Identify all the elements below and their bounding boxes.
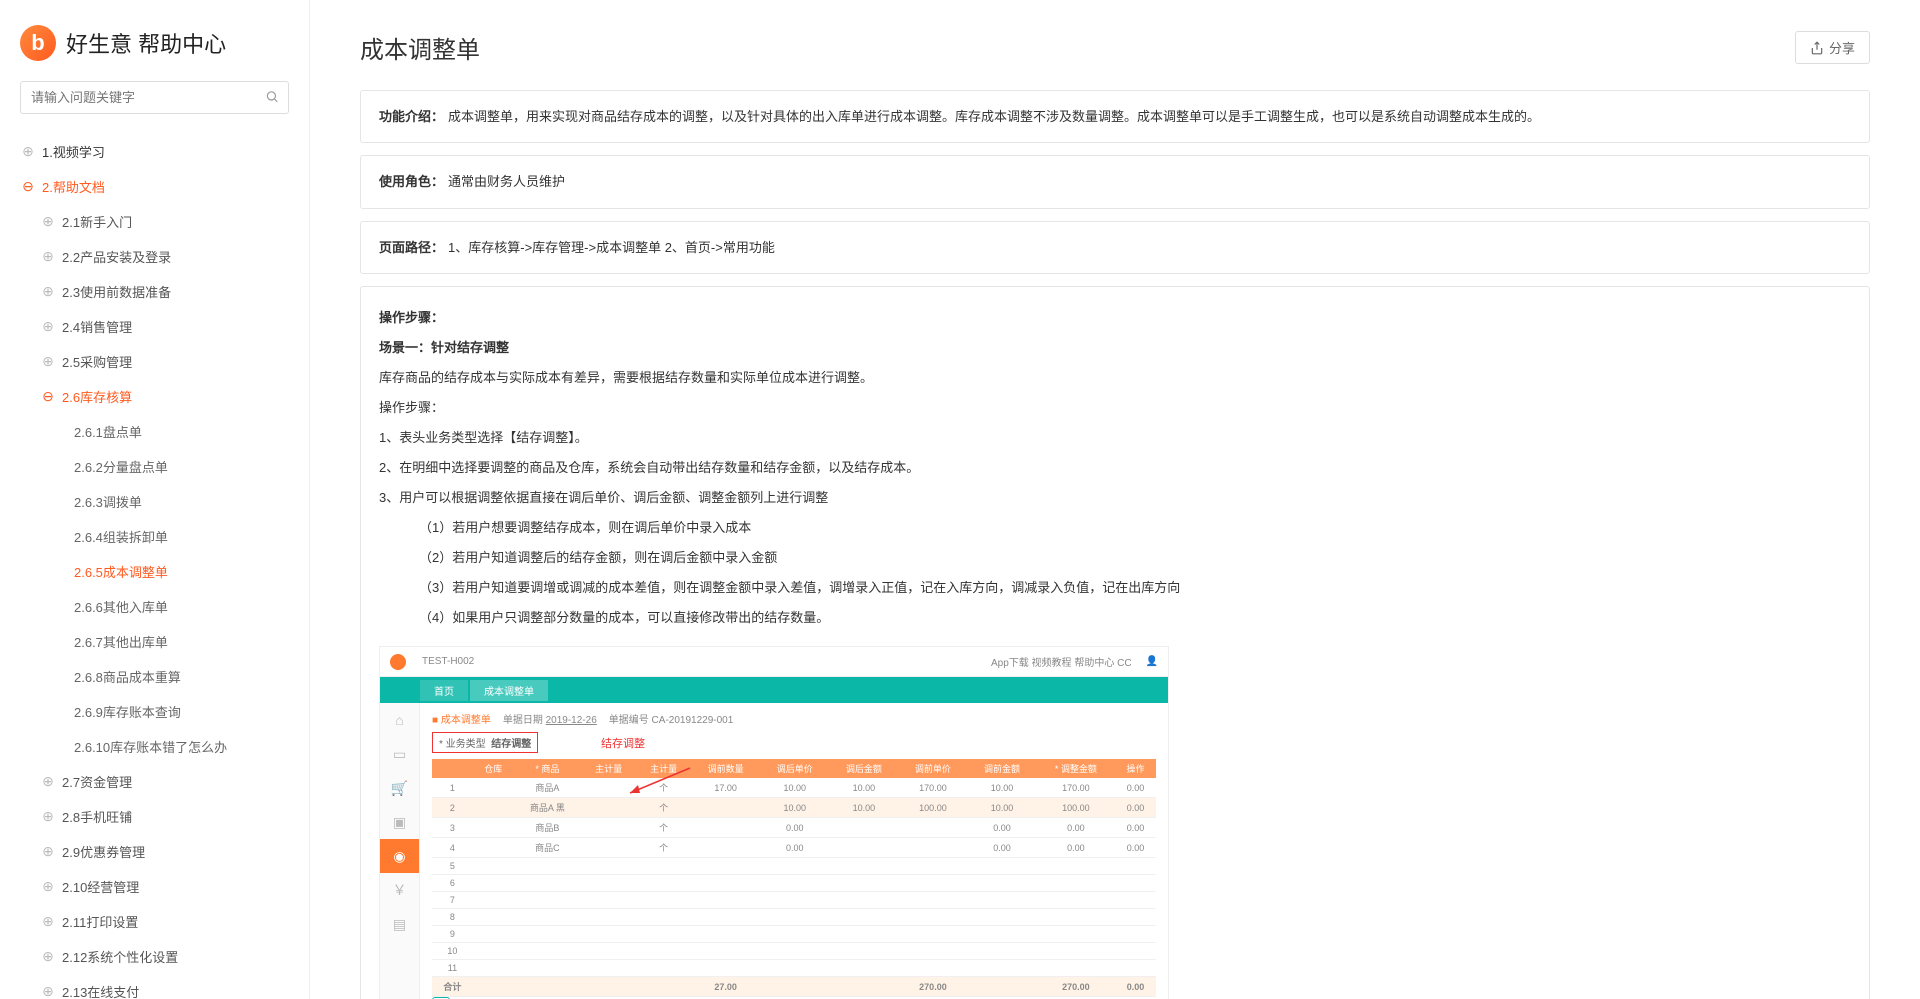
sidebar: b 好生意 帮助中心 ⊕1.视频学习 ⊖2.帮助文档 ⊕2.1新手入门 ⊕2.2… — [0, 0, 310, 999]
role-label: 使用角色： — [379, 174, 444, 189]
steps-title: 操作步骤： — [379, 305, 1851, 331]
sp-org: TEST-H002 — [422, 656, 474, 667]
logo-icon: b — [20, 25, 56, 61]
sp-side-doc-icon: ▭ — [380, 737, 419, 771]
main-content: 成本调整单 分享 功能介绍： 成本调整单，用来实现对商品结存成本的调整，以及针对具… — [310, 0, 1920, 999]
path-text: 1、库存核算->库存管理->成本调整单 2、首页->常用功能 — [448, 240, 775, 255]
sp-avatar-icon: 👤 — [1146, 656, 1158, 667]
plus-icon: ⊕ — [40, 809, 56, 825]
nav-item-2-3[interactable]: ⊕2.3使用前数据准备 — [20, 274, 289, 309]
nav-item-2-6[interactable]: ⊖2.6库存核算 — [20, 379, 289, 414]
sp-right-labels: App下载 视频教程 帮助中心 CC — [991, 654, 1132, 669]
sp-logo-icon — [390, 654, 406, 670]
sp-biztype-box: * 业务类型 结存调整 — [432, 732, 538, 753]
nav-item-2-6-5[interactable]: 2.6.5成本调整单 — [20, 554, 289, 589]
step-3-1: （1）若用户想要调整结存成本，则在调后单价中录入成本 — [379, 515, 1851, 541]
sp-body: ■ 成本调整单 单据日期 2019-12-26 单据编号 CA-20191229… — [420, 703, 1168, 999]
plus-icon: ⊕ — [40, 984, 56, 999]
minus-icon: ⊖ — [40, 389, 56, 405]
sp-side-home-icon: ⌂ — [380, 703, 419, 737]
step-3-3: （3）若用户知道要调增或调减的成本差值，则在调整金额中录入差值，调增录入正值，记… — [379, 575, 1851, 601]
sp-tab-adjust: 成本调整单 — [470, 680, 548, 701]
plus-icon: ⊕ — [40, 284, 56, 300]
nav-item-2-5[interactable]: ⊕2.5采购管理 — [20, 344, 289, 379]
plus-icon: ⊕ — [40, 774, 56, 790]
sp-side-box-icon: ▣ — [380, 805, 419, 839]
scenario-desc: 库存商品的结存成本与实际成本有差异，需要根据结存数量和实际单位成本进行调整。 — [379, 365, 1851, 391]
step-3-4: （4）如果用户只调整部分数量的成本，可以直接修改带出的结存数量。 — [379, 605, 1851, 631]
path-label: 页面路径： — [379, 240, 444, 255]
nav-item-2-6-7[interactable]: 2.6.7其他出库单 — [20, 624, 289, 659]
steps-box: 操作步骤： 场景一：针对结存调整 库存商品的结存成本与实际成本有差异，需要根据结… — [360, 286, 1870, 999]
nav-item-2-4[interactable]: ⊕2.4销售管理 — [20, 309, 289, 344]
sp-tab-home: 首页 — [420, 680, 468, 701]
steps-label: 操作步骤： — [379, 395, 1851, 421]
sp-side-cart-icon: 🛒 — [380, 771, 419, 805]
share-button[interactable]: 分享 — [1795, 31, 1870, 64]
nav-item-2-6-4[interactable]: 2.6.4组装拆卸单 — [20, 519, 289, 554]
scenario-title: 场景一：针对结存调整 — [379, 335, 1851, 361]
sp-sidebar: ⌂ ▭ 🛒 ▣ ◉ ￥ ▤ — [380, 703, 420, 999]
sp-meta: ■ 成本调整单 单据日期 2019-12-26 单据编号 CA-20191229… — [432, 711, 1156, 726]
intro-text: 成本调整单，用来实现对商品结存成本的调整，以及针对具体的出入库单进行成本调整。库… — [448, 109, 1540, 124]
step-3-2: （2）若用户知道调整后的结存金额，则在调后金额中录入金额 — [379, 545, 1851, 571]
sp-topbar: TEST-H002 App下载 视频教程 帮助中心 CC 👤 — [380, 647, 1168, 677]
role-box: 使用角色： 通常由财务人员维护 — [360, 155, 1870, 208]
plus-icon: ⊕ — [40, 914, 56, 930]
nav-item-2-6-1[interactable]: 2.6.1盘点单 — [20, 414, 289, 449]
sp-anno1: 结存调整 — [601, 738, 645, 750]
nav-item-2-6-6[interactable]: 2.6.6其他入库单 — [20, 589, 289, 624]
search-icon[interactable] — [265, 89, 279, 106]
step-2: 2、在明细中选择要调整的商品及仓库，系统会自动带出结存数量和结存金额，以及结存成… — [379, 455, 1851, 481]
intro-label: 功能介绍： — [379, 109, 444, 124]
sp-side-active-icon: ◉ — [380, 839, 419, 873]
intro-box: 功能介绍： 成本调整单，用来实现对商品结存成本的调整，以及针对具体的出入库单进行成… — [360, 90, 1870, 143]
plus-icon: ⊕ — [40, 844, 56, 860]
nav-tree: ⊕1.视频学习 ⊖2.帮助文档 ⊕2.1新手入门 ⊕2.2产品安装及登录 ⊕2.… — [20, 134, 289, 999]
nav-item-2-12[interactable]: ⊕2.12系统个性化设置 — [20, 939, 289, 974]
nav-item-2-2[interactable]: ⊕2.2产品安装及登录 — [20, 239, 289, 274]
plus-icon: ⊕ — [40, 949, 56, 965]
nav-item-2-7[interactable]: ⊕2.7资金管理 — [20, 764, 289, 799]
nav-item-docs[interactable]: ⊖2.帮助文档 — [20, 169, 289, 204]
plus-icon: ⊕ — [20, 144, 36, 160]
plus-icon: ⊕ — [40, 879, 56, 895]
nav-item-2-8[interactable]: ⊕2.8手机旺铺 — [20, 799, 289, 834]
sp-side-chart-icon: ▤ — [380, 907, 419, 941]
nav-item-video[interactable]: ⊕1.视频学习 — [20, 134, 289, 169]
nav-item-2-6-2[interactable]: 2.6.2分量盘点单 — [20, 449, 289, 484]
minus-icon: ⊖ — [20, 179, 36, 195]
nav-item-2-11[interactable]: ⊕2.11打印设置 — [20, 904, 289, 939]
sp-side-money-icon: ￥ — [380, 873, 419, 907]
brand-row: b 好生意 帮助中心 — [20, 25, 289, 61]
plus-icon: ⊕ — [40, 249, 56, 265]
title-row: 成本调整单 分享 — [360, 30, 1870, 65]
nav-item-2-13[interactable]: ⊕2.13在线支付 — [20, 974, 289, 999]
sp-tabs: 首页 成本调整单 — [380, 677, 1168, 703]
brand-title: 好生意 帮助中心 — [66, 27, 226, 59]
page-title: 成本调整单 — [360, 30, 480, 65]
step-1: 1、表头业务类型选择【结存调整】。 — [379, 425, 1851, 451]
step-3: 3、用户可以根据调整依据直接在调后单价、调后金额、调整金额列上进行调整 — [379, 485, 1851, 511]
search-box — [20, 81, 289, 114]
nav-item-2-9[interactable]: ⊕2.9优惠券管理 — [20, 834, 289, 869]
nav-item-2-6-10[interactable]: 2.6.10库存账本错了怎么办 — [20, 729, 289, 764]
embedded-screenshot: TEST-H002 App下载 视频教程 帮助中心 CC 👤 首页 成本调整单 … — [379, 646, 1169, 999]
nav-item-2-6-9[interactable]: 2.6.9库存账本查询 — [20, 694, 289, 729]
nav-item-2-6-3[interactable]: 2.6.3调拨单 — [20, 484, 289, 519]
nav-item-2-6-8[interactable]: 2.6.8商品成本重算 — [20, 659, 289, 694]
path-box: 页面路径： 1、库存核算->库存管理->成本调整单 2、首页->常用功能 — [360, 221, 1870, 274]
sp-table: 仓库* 商品主计量主计量调前数量调后单价调后金额调前单价调前金额* 调整金额操作… — [432, 759, 1156, 997]
search-input[interactable] — [20, 81, 289, 114]
plus-icon: ⊕ — [40, 354, 56, 370]
plus-icon: ⊕ — [40, 319, 56, 335]
nav-item-2-1[interactable]: ⊕2.1新手入门 — [20, 204, 289, 239]
nav-item-2-10[interactable]: ⊕2.10经营管理 — [20, 869, 289, 904]
role-text: 通常由财务人员维护 — [448, 174, 565, 189]
plus-icon: ⊕ — [40, 214, 56, 230]
share-icon — [1810, 41, 1824, 55]
